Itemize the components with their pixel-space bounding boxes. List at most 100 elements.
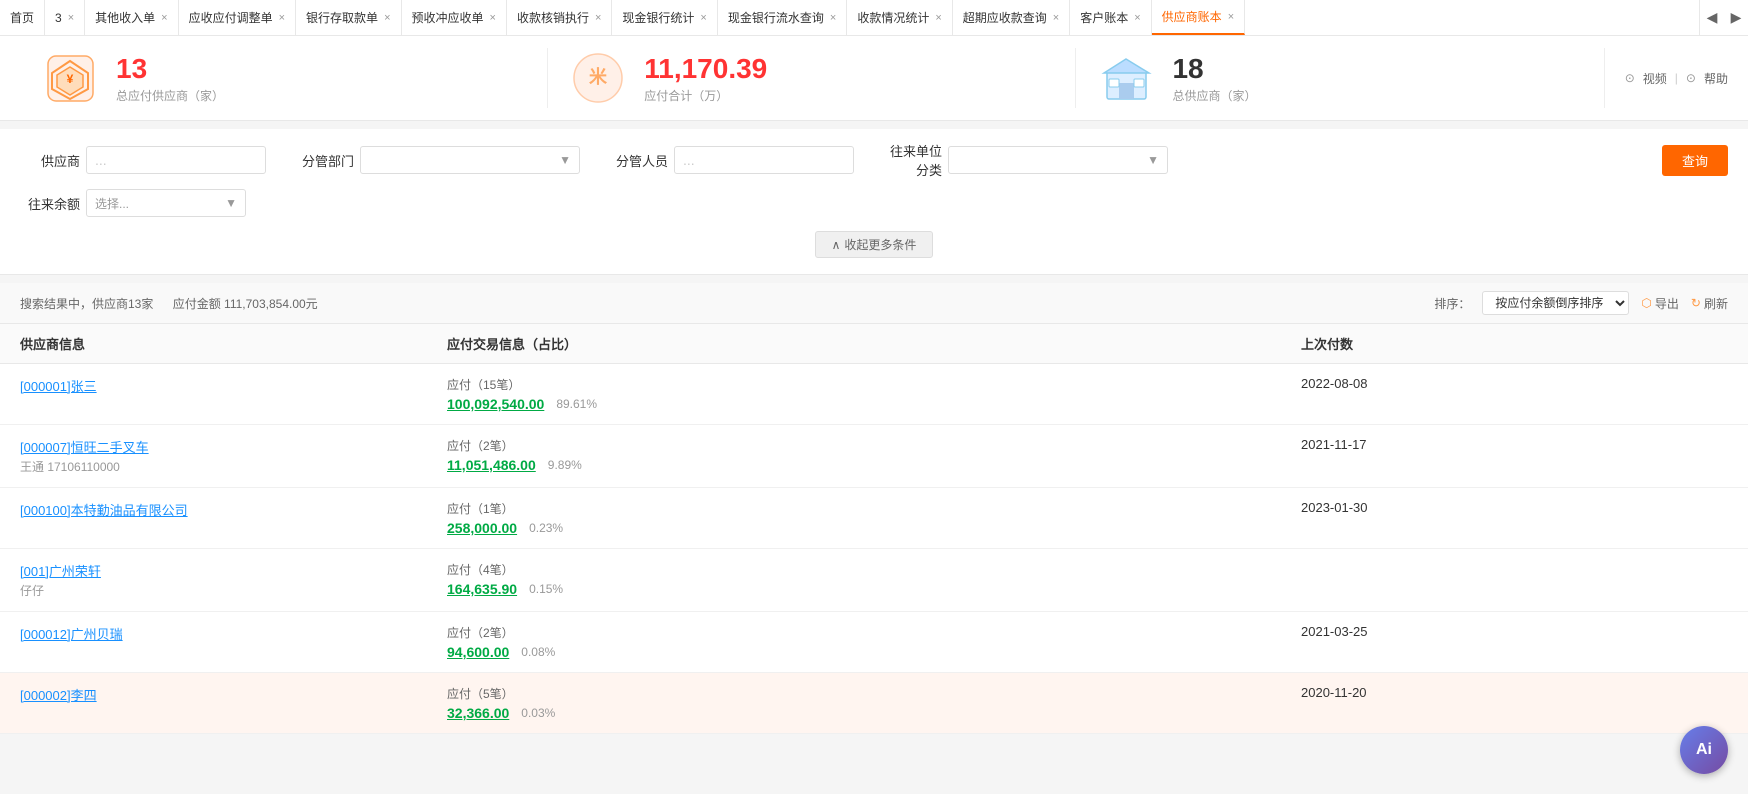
table-row[interactable]: [000007]恒旺二手叉车 王通 17106110000 应付（2笔） 11,…	[0, 425, 1748, 488]
result-summary: 搜索结果中，供应商13家 应付金额 111,703,854.00元	[20, 295, 318, 312]
nav-tab-collection-close[interactable]: ×	[595, 12, 601, 24]
supplier-link-0[interactable]: [000001]张三	[20, 376, 447, 395]
header-col2: 应付交易信息（占比）	[447, 334, 1301, 353]
nav-tab-3[interactable]: 3 ×	[45, 0, 85, 35]
svg-text:米: 米	[589, 66, 608, 87]
nav-tab-bank[interactable]: 银行存取款单 ×	[296, 0, 401, 35]
payable-amount-5[interactable]: 32,366.00	[447, 705, 509, 721]
payable-count-0: 应付（15笔）	[447, 376, 1301, 393]
payable-percent-0: 89.61%	[556, 397, 597, 411]
supplier-link-2[interactable]: [000100]本特勤油品有限公司	[20, 500, 447, 519]
sort-label: 排序：	[1434, 295, 1470, 312]
person-filter-input[interactable]: ...	[674, 146, 854, 174]
payable-percent-3: 0.15%	[529, 582, 563, 596]
supplier-filter-input[interactable]: ...	[86, 146, 266, 174]
export-button[interactable]: ⬡ 导出	[1641, 295, 1679, 312]
nav-tab-income-close[interactable]: ×	[161, 12, 167, 24]
nav-tab-supplier-ledger-label: 供应商账本	[1162, 8, 1222, 25]
payable-info-2: 应付（1笔） 258,000.00 0.23%	[447, 500, 1301, 536]
collapse-button[interactable]: ∧ 收起更多条件	[815, 231, 934, 258]
table-row[interactable]: [000012]广州贝瑞 应付（2笔） 94,600.00 0.08% 2021…	[0, 612, 1748, 673]
table-header: 供应商信息 应付交易信息（占比） 上次付数	[0, 324, 1748, 364]
payable-amount-4[interactable]: 94,600.00	[447, 644, 509, 660]
nav-tab-collection-label: 收款核销执行	[517, 9, 589, 26]
person-placeholder: ...	[683, 152, 695, 168]
nav-tab-home[interactable]: 首页	[0, 0, 45, 35]
payable-row-5: 32,366.00 0.03%	[447, 705, 1301, 721]
payable-percent-2: 0.23%	[529, 521, 563, 535]
nav-tab-payment-stats-close[interactable]: ×	[935, 12, 941, 24]
supplier-info-5: [000002]李四	[20, 685, 447, 721]
category-chevron-icon: ▼	[1147, 153, 1159, 167]
collapse-label: 收起更多条件	[844, 236, 916, 253]
nav-tab-overdue[interactable]: 超期应收款查询 ×	[953, 0, 1070, 35]
query-button[interactable]: 查询	[1662, 145, 1728, 176]
store-icon	[1096, 48, 1156, 108]
video-icon: ⊙	[1625, 71, 1635, 85]
nav-tab-cash-flow[interactable]: 现金银行流水查询 ×	[718, 0, 847, 35]
payable-count-1: 应付（2笔）	[447, 437, 1301, 454]
collapse-up-icon: ∧	[832, 238, 841, 252]
payable-amount-3[interactable]: 164,635.90	[447, 581, 517, 597]
filter-item-supplier: 供应商 ...	[20, 146, 266, 174]
payable-info-4: 应付（2笔） 94,600.00 0.08%	[447, 624, 1301, 660]
dept-chevron-icon: ▼	[559, 153, 571, 167]
dept-filter-select[interactable]: ▼	[360, 146, 580, 174]
nav-arrow-left[interactable]: ◀	[1700, 0, 1724, 36]
category-filter-select[interactable]: ▼	[948, 146, 1168, 174]
nav-tab-adjustments[interactable]: 应收应付调整单 ×	[179, 0, 296, 35]
nav-tab-customer-ledger-close[interactable]: ×	[1134, 12, 1140, 24]
last-payment-0: 2022-08-08	[1301, 376, 1728, 412]
supplier-link-3[interactable]: [001]广州荣轩	[20, 561, 447, 580]
balance-filter-select[interactable]: 选择... ▼	[86, 189, 246, 217]
ai-button[interactable]: Ai	[1680, 726, 1728, 774]
payable-count-5: 应付（5笔）	[447, 685, 1301, 702]
nav-tab-adjustments-close[interactable]: ×	[279, 12, 285, 24]
payable-amount-0[interactable]: 100,092,540.00	[447, 396, 544, 412]
refresh-button[interactable]: ↻ 刷新	[1691, 295, 1728, 312]
nav-tab-supplier-ledger-close[interactable]: ×	[1228, 11, 1234, 23]
nav-tab-income[interactable]: 其他收入单 ×	[85, 0, 178, 35]
top-navigation: 首页 3 × 其他收入单 × 应收应付调整单 × 银行存取款单 × 预收冲应收单…	[0, 0, 1748, 36]
top-right-links: ⊙ 视频 | ⊙ 帮助	[1605, 70, 1728, 87]
nav-tab-cash-stats[interactable]: 现金银行统计 ×	[612, 0, 717, 35]
payable-row-4: 94,600.00 0.08%	[447, 644, 1301, 660]
filter-item-category: 往来单位分类 ▼	[882, 141, 1168, 179]
card-content-amount: 11,170.39 应付合计（万）	[644, 52, 767, 105]
nav-tab-cash-flow-close[interactable]: ×	[830, 12, 836, 24]
last-payment-4: 2021-03-25	[1301, 624, 1728, 660]
nav-tab-payment-stats-label: 收款情况统计	[857, 9, 929, 26]
nav-tab-3-close[interactable]: ×	[68, 12, 74, 24]
total-payable-suppliers-label: 总应付供应商（家）	[116, 87, 224, 104]
table-row[interactable]: [000002]李四 应付（5笔） 32,366.00 0.03% 2020-1…	[0, 673, 1748, 734]
nav-tab-cash-stats-close[interactable]: ×	[700, 12, 706, 24]
nav-tab-prepay[interactable]: 预收冲应收单 ×	[402, 0, 507, 35]
payable-amount-2[interactable]: 258,000.00	[447, 520, 517, 536]
nav-tab-payment-stats[interactable]: 收款情况统计 ×	[847, 0, 952, 35]
sort-select[interactable]: 按应付余额倒序排序	[1482, 291, 1629, 315]
nav-tab-prepay-close[interactable]: ×	[490, 12, 496, 24]
supplier-link-5[interactable]: [000002]李四	[20, 685, 447, 704]
result-search-text: 搜索结果中，供应商13家	[20, 297, 153, 311]
nav-tab-overdue-close[interactable]: ×	[1053, 12, 1059, 24]
nav-tab-customer-ledger[interactable]: 客户账本 ×	[1070, 0, 1151, 35]
supplier-link-1[interactable]: [000007]恒旺二手叉车	[20, 437, 447, 456]
supplier-sub-1: 王通 17106110000	[20, 458, 447, 475]
supplier-link-4[interactable]: [000012]广州贝瑞	[20, 624, 447, 643]
payable-amount-1[interactable]: 11,051,486.00	[447, 457, 536, 473]
nav-tab-bank-close[interactable]: ×	[384, 12, 390, 24]
nav-tab-supplier-ledger[interactable]: 供应商账本 ×	[1152, 0, 1245, 35]
nav-tab-collection[interactable]: 收款核销执行 ×	[507, 0, 612, 35]
supplier-sub-3: 仔仔	[20, 582, 447, 599]
table-row[interactable]: [000001]张三 应付（15笔） 100,092,540.00 89.61%…	[0, 364, 1748, 425]
help-link[interactable]: 帮助	[1704, 70, 1728, 87]
refresh-label: 刷新	[1704, 295, 1728, 312]
nav-arrow-right[interactable]: ▶	[1724, 0, 1748, 36]
table-row[interactable]: [000100]本特勤油品有限公司 应付（1笔） 258,000.00 0.23…	[0, 488, 1748, 549]
header-col1: 供应商信息	[20, 334, 447, 353]
nav-tab-overdue-label: 超期应收款查询	[963, 9, 1047, 26]
video-link[interactable]: 视频	[1643, 70, 1667, 87]
table-row[interactable]: [001]广州荣轩 仔仔 应付（4笔） 164,635.90 0.15%	[0, 549, 1748, 612]
export-icon: ⬡	[1641, 296, 1651, 310]
supplier-info-0: [000001]张三	[20, 376, 447, 412]
